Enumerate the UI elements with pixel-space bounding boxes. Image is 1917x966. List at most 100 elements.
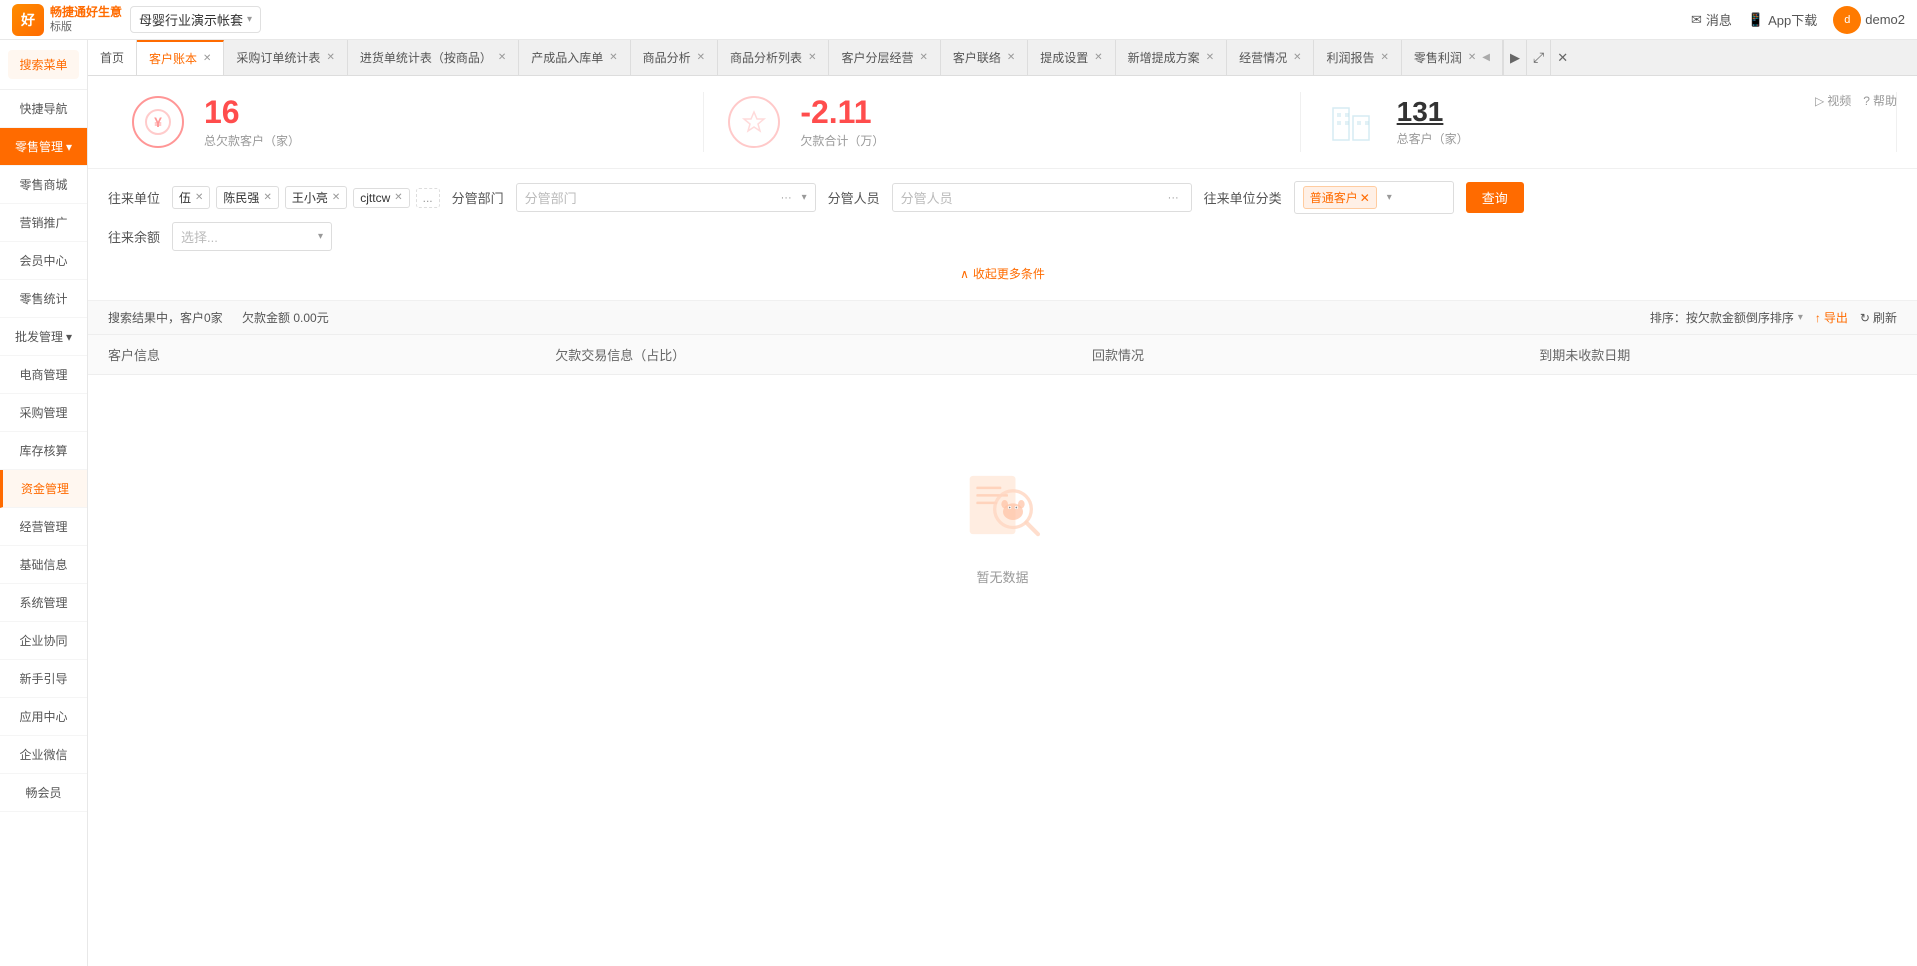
remove-unit-category[interactable]: ✕ [1360,191,1370,205]
sidebar-item-quick-nav[interactable]: 快捷导航 [0,90,87,128]
tab-purchase-order-stats[interactable]: 采购订单统计表 ✕ [224,40,347,75]
sidebar-search-area: 搜索菜单 [0,40,87,90]
sidebar-item-wholesale-mgmt[interactable]: 批发管理 ▾ [0,318,87,356]
sidebar-item-mkt-promo[interactable]: 营销推广 [0,204,87,242]
person-clear[interactable]: ··· [1168,192,1179,204]
sort-arrow: ▾ [1798,312,1803,323]
export-btn[interactable]: ↑ 导出 [1815,309,1848,326]
sidebar-item-enterprise-coop[interactable]: 企业协同 [0,622,87,660]
sidebar-item-basic-info[interactable]: 基础信息 [0,546,87,584]
tab-profit-report[interactable]: 利润报告 ✕ [1314,40,1401,75]
tab-promotion-settings[interactable]: 提成设置 ✕ [1028,40,1115,75]
sidebar: 搜索菜单 快捷导航 零售管理 ▾ 零售商城 营销推广 会员中心 零售统计 批发管… [0,40,88,966]
remove-tag-wang[interactable]: ✕ [332,192,340,203]
messages-btn[interactable]: ✉ 消息 [1691,10,1732,29]
tab-close-customer-segment[interactable]: ✕ [919,52,927,63]
tab-scroll-right[interactable]: ▶ [1503,40,1526,75]
person-placeholder: 分管人员 [901,188,1162,207]
tab-close-purchase-order[interactable]: ✕ [326,52,334,63]
store-selector[interactable]: 母婴行业演示帐套 ▾ [130,6,261,33]
tab-close-production[interactable]: ✕ [609,52,617,63]
sidebar-item-sys-mgmt[interactable]: 系统管理 [0,584,87,622]
tab-close-product-analysis-list[interactable]: ✕ [808,52,816,63]
sidebar-item-app-center[interactable]: 应用中心 [0,698,87,736]
store-selector-arrow: ▾ [247,14,252,25]
retail-mgmt-arrow: ▾ [66,140,72,154]
card3-icon [1321,92,1381,152]
home-tab-label: 首页 [100,49,124,66]
remove-tag-wu[interactable]: ✕ [195,192,203,203]
unit-filter-label: 往来单位 [108,188,160,207]
refresh-icon: ↻ [1860,311,1870,325]
sidebar-item-vip-member[interactable]: 畅会员 [0,774,87,812]
tab-close-promotion-settings[interactable]: ✕ [1094,52,1102,63]
video-help-btn[interactable]: ▷ 视频 [1815,92,1851,109]
tab-close-retail-profit[interactable]: ✕ [1468,52,1476,63]
sidebar-item-ecom-mgmt[interactable]: 电商管理 [0,356,87,394]
user-area[interactable]: d demo2 [1833,6,1905,34]
card3-label: 总客户（家） [1397,130,1469,147]
tab-ops-situation[interactable]: 经营情况 ✕ [1227,40,1314,75]
tab-inbound-stats[interactable]: 进货单统计表（按商品） ✕ [348,40,519,75]
sidebar-item-capital-mgmt[interactable]: 资金管理 [0,470,87,508]
sidebar-item-retail-mall[interactable]: 零售商城 [0,166,87,204]
tab-customer-contact[interactable]: 客户联络 ✕ [941,40,1028,75]
person-filter-label: 分管人员 [828,188,880,207]
person-select[interactable]: 分管人员 ··· [892,183,1192,212]
message-icon: ✉ [1691,12,1702,28]
tab-close-ops-situation[interactable]: ✕ [1293,52,1301,63]
tab-customer-segment[interactable]: 客户分层经营 ✕ [829,40,940,75]
tab-expand[interactable]: ⤢ [1526,40,1550,75]
refresh-btn[interactable]: ↻ 刷新 [1860,309,1897,326]
sidebar-item-enterprise-wechat[interactable]: 企业微信 [0,736,87,774]
star-icon [728,96,780,148]
search-menu-button[interactable]: 搜索菜单 [8,50,79,79]
unit-tag-more[interactable]: ... [416,188,440,208]
tab-customer-book[interactable]: 客户账本 ✕ [137,40,224,75]
card2-label: 欠款合计（万） [800,132,884,149]
unit-category-select[interactable]: 普通客户 ✕ ▾ [1294,181,1454,214]
main-layout: 搜索菜单 快捷导航 零售管理 ▾ 零售商城 营销推广 会员中心 零售统计 批发管… [0,40,1917,966]
tab-close-customer-contact[interactable]: ✕ [1007,52,1015,63]
tab-close-profit-report[interactable]: ✕ [1381,52,1389,63]
help-btn[interactable]: ? 帮助 [1863,92,1897,109]
dept-clear[interactable]: ··· [781,192,792,204]
card3-text: 131 总客户（家） [1397,98,1469,147]
col-header-date: 到期未收款日期 [1539,345,1897,364]
sidebar-item-inventory[interactable]: 库存核算 [0,432,87,470]
collapse-conditions-btn[interactable]: ∧ 收起更多条件 [108,259,1897,288]
balance-select[interactable]: 选择... ▾ [172,222,332,251]
unit-category-tag: 普通客户 ✕ [1303,186,1377,209]
query-button[interactable]: 查询 [1466,182,1524,213]
yuan-icon: ¥ [132,96,184,148]
content-area: ¥ 16 总欠款客户（家） [88,76,1917,966]
remove-tag-cjttcw[interactable]: ✕ [394,192,402,203]
remove-tag-chen[interactable]: ✕ [263,192,271,203]
tab-product-analysis[interactable]: 商品分析 ✕ [631,40,718,75]
sidebar-item-ops-mgmt[interactable]: 经营管理 [0,508,87,546]
tab-home[interactable]: 首页 [88,40,137,75]
tab-close-product-analysis[interactable]: ✕ [697,52,705,63]
sort-selector[interactable]: 排序：按欠款金额倒序排序 ▾ [1650,309,1803,326]
tab-new-promotion-plan[interactable]: 新增提成方案 ✕ [1116,40,1227,75]
sidebar-item-retail-stats[interactable]: 零售统计 [0,280,87,318]
sidebar-item-purchase-mgmt[interactable]: 采购管理 [0,394,87,432]
play-icon: ▷ [1815,94,1824,108]
unit-tag-chen: 陈民强 ✕ [216,186,278,209]
tab-retail-profit[interactable]: 零售利润 ✕ ◀ [1402,40,1503,75]
help-icon: ? [1863,94,1870,108]
dept-select[interactable]: 分管部门 ··· ▾ [516,183,816,212]
card1-text: 16 总欠款客户（家） [204,96,300,149]
sidebar-item-retail-mgmt[interactable]: 零售管理 ▾ [0,128,87,166]
sidebar-item-new-guide[interactable]: 新手引导 [0,660,87,698]
sidebar-item-member-center[interactable]: 会员中心 [0,242,87,280]
tab-close-new-promotion[interactable]: ✕ [1206,52,1214,63]
tab-close-customer-book[interactable]: ✕ [203,53,211,64]
user-name: demo2 [1865,12,1905,27]
summary-section: ¥ 16 总欠款客户（家） [88,76,1917,169]
tab-close-inbound[interactable]: ✕ [498,52,506,63]
tab-product-analysis-list[interactable]: 商品分析列表 ✕ [718,40,829,75]
app-download-btn[interactable]: 📱 App下载 [1748,10,1817,29]
tab-close-all[interactable]: ✕ [1550,40,1574,75]
tab-production-inbound[interactable]: 产成品入库单 ✕ [519,40,630,75]
